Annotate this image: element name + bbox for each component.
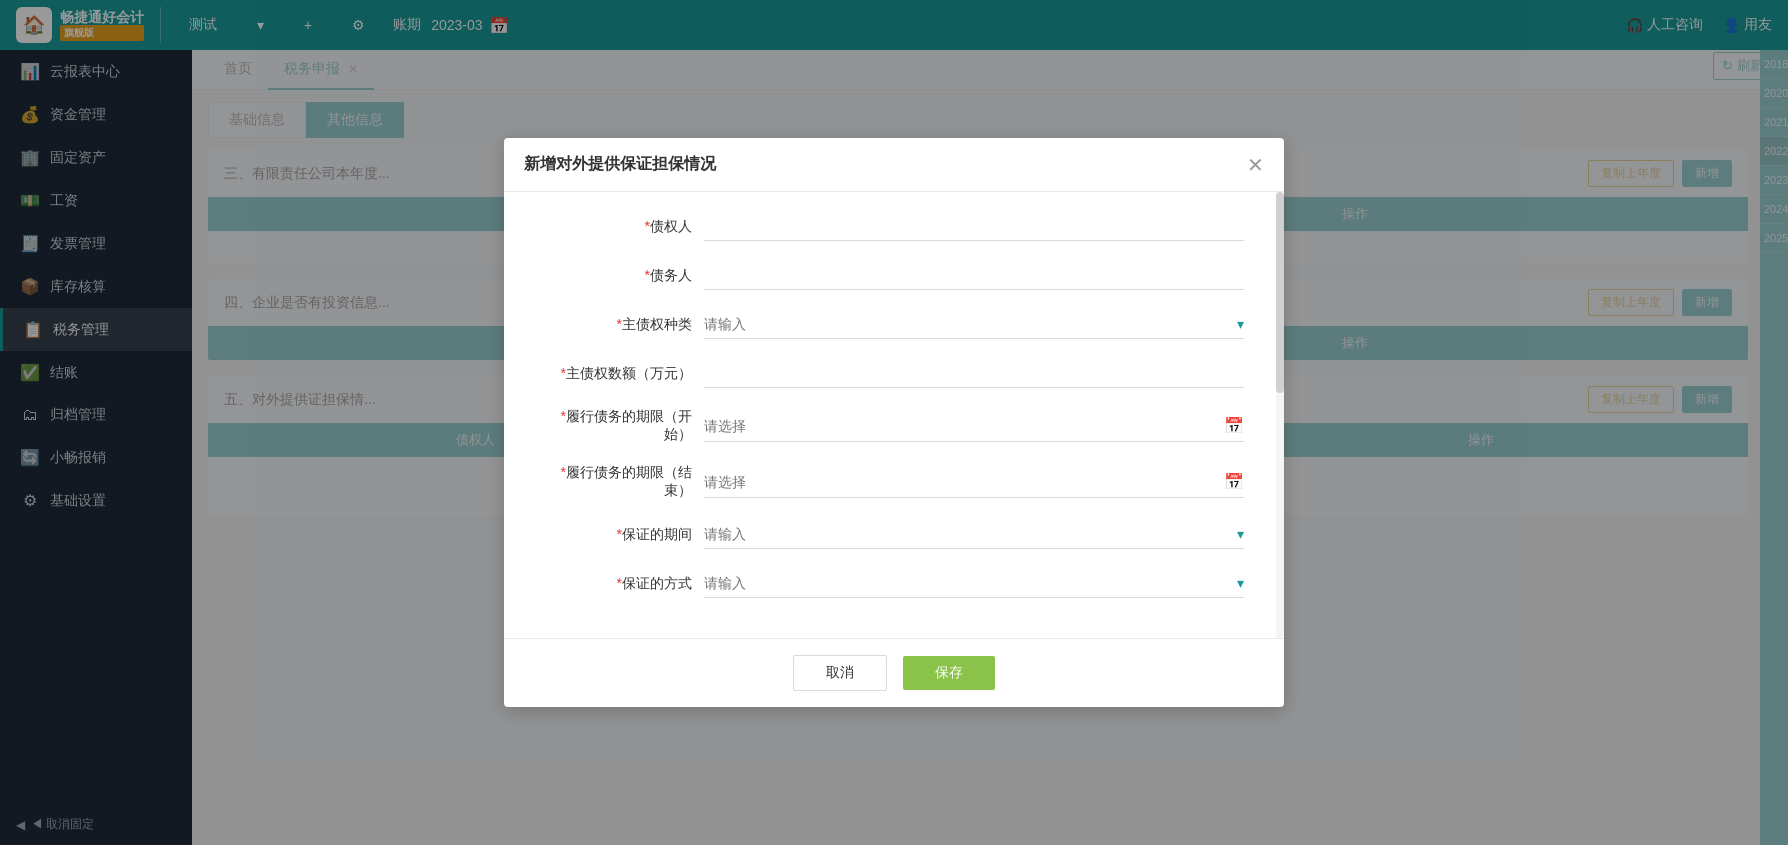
label-zhuzhaiquanzhonglei: *主债权种类 bbox=[544, 316, 704, 334]
form-row-zhaiquanren: *债权人 bbox=[544, 212, 1244, 241]
select-wrap-baozheng-period[interactable]: ▾ bbox=[704, 520, 1244, 549]
label-lvxingqixian-start: *履行债务的期限（开始） bbox=[544, 408, 704, 444]
label-zhuzhaiquanshue: *主债权数额（万元） bbox=[544, 365, 704, 383]
form-row-baozheng-way: *保证的方式 ▾ bbox=[544, 569, 1244, 598]
date-wrap-end[interactable]: 📅 bbox=[704, 466, 1244, 498]
chevron-down-icon-2: ▾ bbox=[1237, 526, 1244, 542]
modal-body: *债权人 *债务人 *主债权种类 ▾ bbox=[504, 192, 1284, 638]
form-row-lvxingqixian-end: *履行债务的期限（结束） 📅 bbox=[544, 464, 1244, 500]
calendar-icon-start[interactable]: 📅 bbox=[1224, 416, 1244, 435]
select-input-baozheng-way[interactable] bbox=[704, 575, 1237, 591]
modal-dialog: 新增对外提供保证担保情况 ✕ *债权人 *债务人 *主债权种类 bbox=[504, 138, 1284, 707]
label-baozheng-way: *保证的方式 bbox=[544, 575, 704, 593]
save-button[interactable]: 保存 bbox=[903, 656, 995, 690]
label-baozheng-period: *保证的期间 bbox=[544, 526, 704, 544]
modal-close-button[interactable]: ✕ bbox=[1247, 155, 1264, 175]
date-input-start[interactable] bbox=[704, 418, 1224, 434]
modal-overlay: 新增对外提供保证担保情况 ✕ *债权人 *债务人 *主债权种类 bbox=[0, 0, 1788, 845]
form-row-zhaiwuren: *债务人 bbox=[544, 261, 1244, 290]
select-input-baozheng-period[interactable] bbox=[704, 526, 1237, 542]
chevron-down-icon-3: ▾ bbox=[1237, 575, 1244, 591]
form-row-zhuzhaiquanshue: *主债权数额（万元） bbox=[544, 359, 1244, 388]
chevron-down-icon-1: ▾ bbox=[1237, 316, 1244, 332]
input-zhuzhaiquanshue[interactable] bbox=[704, 359, 1244, 388]
label-lvxingqixian-end: *履行债务的期限（结束） bbox=[544, 464, 704, 500]
modal-footer: 取消 保存 bbox=[504, 638, 1284, 707]
form-row-lvxingqixian-start: *履行债务的期限（开始） 📅 bbox=[544, 408, 1244, 444]
date-input-end[interactable] bbox=[704, 474, 1224, 490]
modal-title: 新增对外提供保证担保情况 bbox=[524, 154, 716, 175]
label-zhaiwuren: *债务人 bbox=[544, 267, 704, 285]
cancel-button[interactable]: 取消 bbox=[793, 655, 887, 691]
input-zhaiquanren[interactable] bbox=[704, 212, 1244, 241]
select-wrap-baozheng-way[interactable]: ▾ bbox=[704, 569, 1244, 598]
select-wrap-zhuzhaiquanzhonglei[interactable]: ▾ bbox=[704, 310, 1244, 339]
label-zhaiquanren: *债权人 bbox=[544, 218, 704, 236]
calendar-icon-end[interactable]: 📅 bbox=[1224, 472, 1244, 491]
modal-scrollbar[interactable] bbox=[1276, 192, 1284, 638]
date-wrap-start[interactable]: 📅 bbox=[704, 410, 1244, 442]
modal-header: 新增对外提供保证担保情况 ✕ bbox=[504, 138, 1284, 192]
select-input-zhuzhaiquanzhonglei[interactable] bbox=[704, 316, 1237, 332]
modal-scroll-thumb bbox=[1276, 192, 1284, 393]
form-row-zhuzhaiquanzhonglei: *主债权种类 ▾ bbox=[544, 310, 1244, 339]
form-row-baozheng-period: *保证的期间 ▾ bbox=[544, 520, 1244, 549]
input-zhaiwuren[interactable] bbox=[704, 261, 1244, 290]
